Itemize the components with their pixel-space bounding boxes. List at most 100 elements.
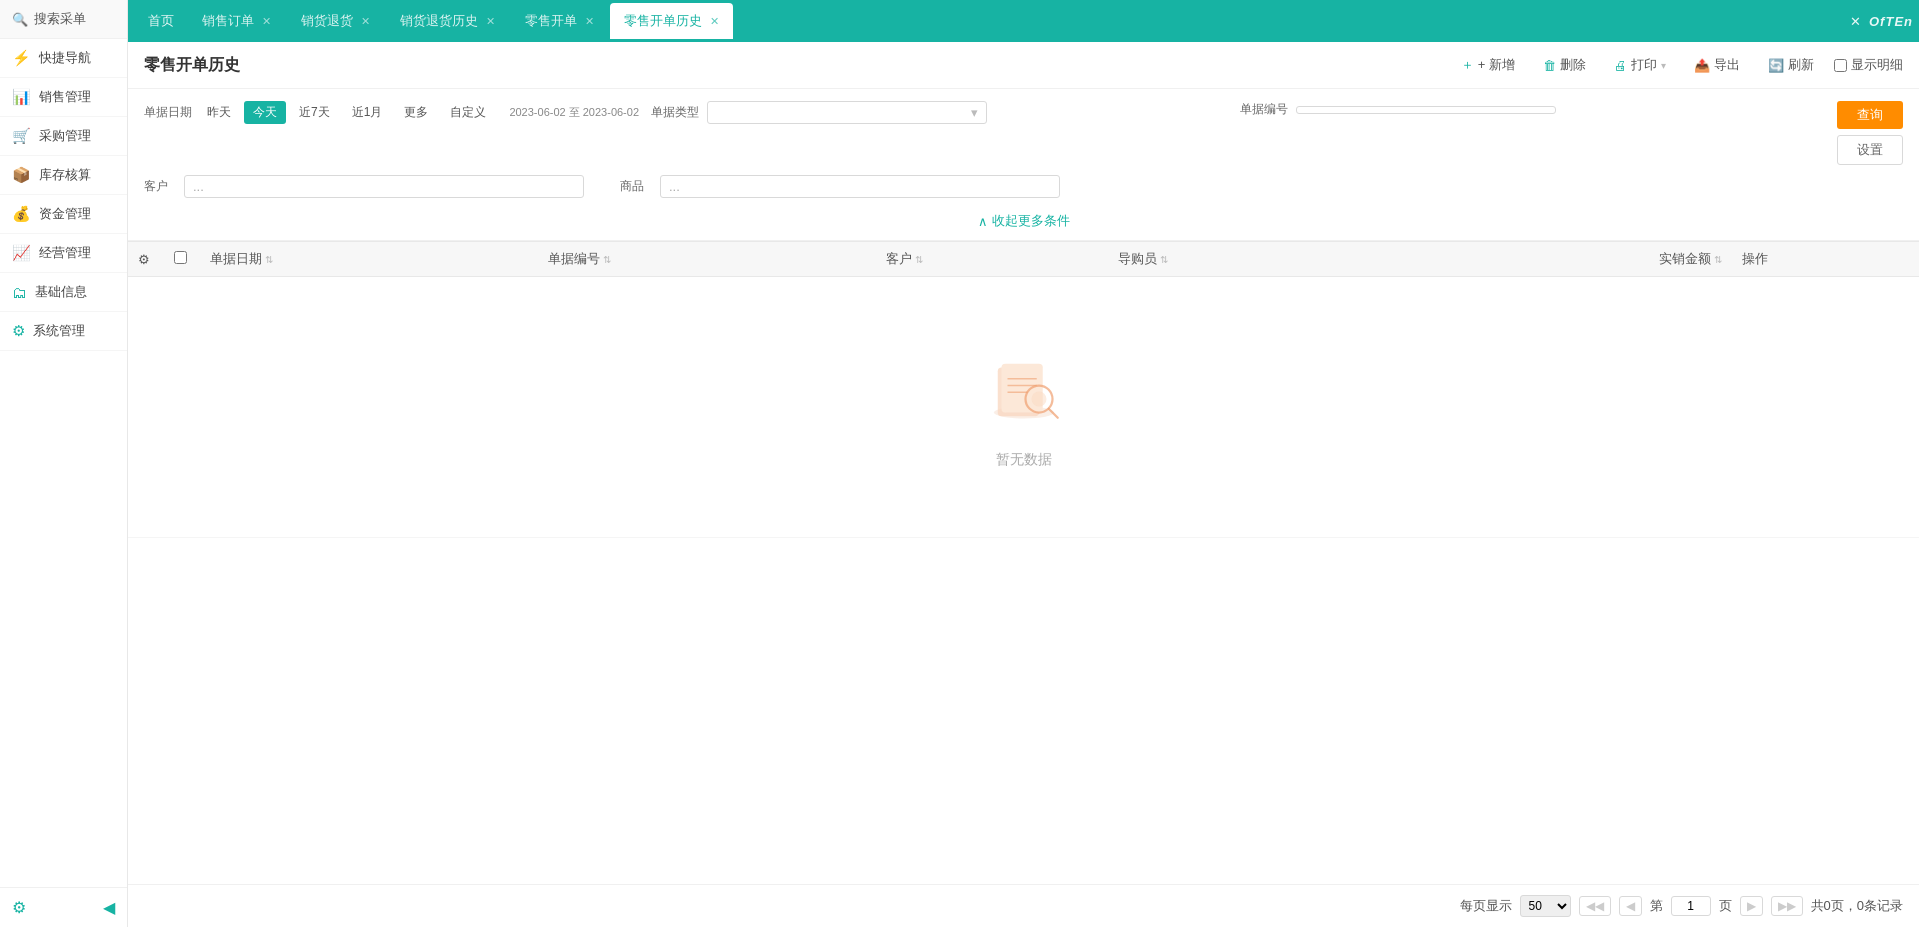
page-size-select[interactable]: 50 10 20 100 (1520, 895, 1571, 917)
tab-retail-open-close[interactable]: ✕ (585, 15, 594, 28)
tab-bar: 首页 销售订单 ✕ 销货退货 ✕ 销货退货历史 ✕ 零售开单 ✕ 零售开单历史 … (128, 0, 1919, 42)
product-filter-label: 商品 (620, 178, 644, 195)
sidebar-item-label: 系统管理 (33, 322, 85, 340)
customer-dots: ... (193, 179, 204, 194)
settings-icon: ⚙ (138, 252, 150, 267)
date-1month[interactable]: 近1月 (343, 101, 392, 124)
last-page-button[interactable]: ▶▶ (1771, 896, 1803, 916)
cart-icon: 🛒 (12, 127, 31, 145)
select-all-checkbox[interactable] (174, 251, 187, 264)
collapse-row[interactable]: ∧ 收起更多条件 (144, 208, 1903, 234)
th-settings[interactable]: ⚙ (128, 242, 164, 277)
tab-sales-return-label: 销货退货 (301, 12, 353, 30)
sidebar-search[interactable]: 🔍 搜索采单 (0, 0, 127, 39)
date-filter-label: 单据日期 (144, 104, 192, 121)
date-yesterday[interactable]: 昨天 (198, 101, 240, 124)
tab-sales-return-close[interactable]: ✕ (361, 15, 370, 28)
tab-sales-order-label: 销售订单 (202, 12, 254, 30)
sidebar-search-label: 搜索采单 (34, 10, 86, 28)
table-area: ⚙ 单据日期 ⇅ 单据编号 (128, 241, 1919, 884)
svg-point-8 (1031, 392, 1046, 407)
th-salesperson[interactable]: 导购员 ⇅ (1108, 242, 1393, 277)
display-detail-checkbox[interactable]: 显示明细 (1834, 56, 1903, 74)
delete-button[interactable]: 🗑 删除 (1535, 52, 1594, 78)
collapse-icon[interactable]: ◀ (103, 898, 115, 917)
folder-icon: 🗂 (12, 284, 27, 301)
customer-sort-icon: ⇅ (915, 254, 923, 265)
tab-sales-return-history-close[interactable]: ✕ (486, 15, 495, 28)
print-dropdown-icon: ▾ (1661, 60, 1666, 71)
chart-icon: 📊 (12, 88, 31, 106)
customer-input[interactable]: ... (184, 175, 584, 198)
sidebar-item-label: 资金管理 (39, 205, 91, 223)
print-label: 打印 (1631, 56, 1657, 74)
query-button[interactable]: 查询 (1837, 101, 1903, 129)
search-icon: 🔍 (12, 12, 28, 27)
product-input[interactable]: ... (660, 175, 1060, 198)
th-checkbox[interactable] (164, 242, 200, 277)
toolbar: ＋ + 新增 🗑 删除 🖨 打印 ▾ 📤 导出 🔄 (1453, 52, 1903, 78)
window-close-icon[interactable]: ✕ (1850, 14, 1861, 29)
date-range-display: 2023-06-02 至 2023-06-02 (509, 105, 639, 120)
display-detail-input[interactable] (1834, 59, 1847, 72)
refresh-button[interactable]: 🔄 刷新 (1760, 52, 1822, 78)
setting-button[interactable]: 设置 (1837, 135, 1903, 165)
data-table: ⚙ 单据日期 ⇅ 单据编号 (128, 241, 1919, 538)
settings-icon[interactable]: ⚙ (12, 898, 26, 917)
filter-dates: 昨天 今天 近7天 近1月 更多 自定义 (198, 101, 495, 124)
tab-retail-history-label: 零售开单历史 (624, 12, 702, 30)
export-button[interactable]: 📤 导出 (1686, 52, 1748, 78)
tab-sales-return[interactable]: 销货退货 ✕ (287, 3, 384, 39)
first-page-button[interactable]: ◀◀ (1579, 896, 1611, 916)
th-customer[interactable]: 客户 ⇅ (876, 242, 1108, 277)
date-custom[interactable]: 自定义 (441, 101, 495, 124)
sidebar-item-xiaoshou[interactable]: 📊 销售管理 (0, 78, 127, 117)
tab-sales-return-history-label: 销货退货历史 (400, 12, 478, 30)
empty-illustration (979, 345, 1069, 435)
page-number-input[interactable] (1671, 896, 1711, 916)
sidebar-item-jichu[interactable]: 🗂 基础信息 (0, 273, 127, 312)
print-button[interactable]: 🖨 打印 ▾ (1606, 52, 1674, 78)
sidebar-bottom: ⚙ ◀ (0, 887, 127, 927)
sidebar-item-zijin[interactable]: 💰 资金管理 (0, 195, 127, 234)
sidebar-item-kuaijie[interactable]: ⚡ 快捷导航 (0, 39, 127, 78)
sidebar-item-jingying[interactable]: 📈 经营管理 (0, 234, 127, 273)
tab-sales-order-close[interactable]: ✕ (262, 15, 271, 28)
date-today[interactable]: 今天 (244, 101, 286, 124)
tab-retail-history[interactable]: 零售开单历史 ✕ (610, 3, 733, 39)
page-size-label: 每页显示 (1460, 897, 1512, 915)
date-7days[interactable]: 近7天 (290, 101, 339, 124)
page-title: 零售开单历史 (144, 55, 240, 76)
sidebar-item-xitong[interactable]: ⚙ 系统管理 (0, 312, 127, 351)
th-amount[interactable]: 实销金额 ⇅ (1394, 242, 1732, 277)
display-detail-label: 显示明细 (1851, 56, 1903, 74)
empty-state-cell: 暂无数据 (128, 277, 1919, 538)
empty-state: 暂无数据 (138, 285, 1909, 529)
brand-label: OfTEn (1869, 14, 1913, 29)
th-number[interactable]: 单据编号 ⇅ (538, 242, 876, 277)
next-page-button[interactable]: ▶ (1740, 896, 1763, 916)
new-label: + 新增 (1478, 56, 1515, 74)
delete-label: 删除 (1560, 56, 1586, 74)
sidebar: 🔍 搜索采单 ⚡ 快捷导航 📊 销售管理 🛒 采购管理 📦 库存核算 💰 资金管… (0, 0, 128, 927)
bill-number-input[interactable] (1296, 106, 1556, 114)
bill-type-select[interactable]: ▾ (707, 101, 987, 124)
bill-number-label: 单据编号 (1240, 101, 1288, 118)
tab-home[interactable]: 首页 (134, 3, 188, 39)
sidebar-item-kucun[interactable]: 📦 库存核算 (0, 156, 127, 195)
bill-type-label: 单据类型 (651, 104, 699, 121)
prev-page-button[interactable]: ◀ (1619, 896, 1642, 916)
th-customer-label: 客户 (886, 250, 912, 268)
amount-sort-icon: ⇅ (1714, 254, 1722, 265)
tab-sales-return-history[interactable]: 销货退货历史 ✕ (386, 3, 509, 39)
tab-retail-open[interactable]: 零售开单 ✕ (511, 3, 608, 39)
tab-retail-history-close[interactable]: ✕ (710, 15, 719, 28)
new-button[interactable]: ＋ + 新增 (1453, 52, 1523, 78)
pagination: 每页显示 50 10 20 100 ◀◀ ◀ 第 页 ▶ ▶▶ 共0页，0条记录 (128, 884, 1919, 927)
tab-sales-order[interactable]: 销售订单 ✕ (188, 3, 285, 39)
sidebar-item-caigou[interactable]: 🛒 采购管理 (0, 117, 127, 156)
date-more[interactable]: 更多 (395, 101, 437, 124)
sidebar-item-label: 销售管理 (39, 88, 91, 106)
sidebar-item-label: 经营管理 (39, 244, 91, 262)
th-date[interactable]: 单据日期 ⇅ (200, 242, 538, 277)
